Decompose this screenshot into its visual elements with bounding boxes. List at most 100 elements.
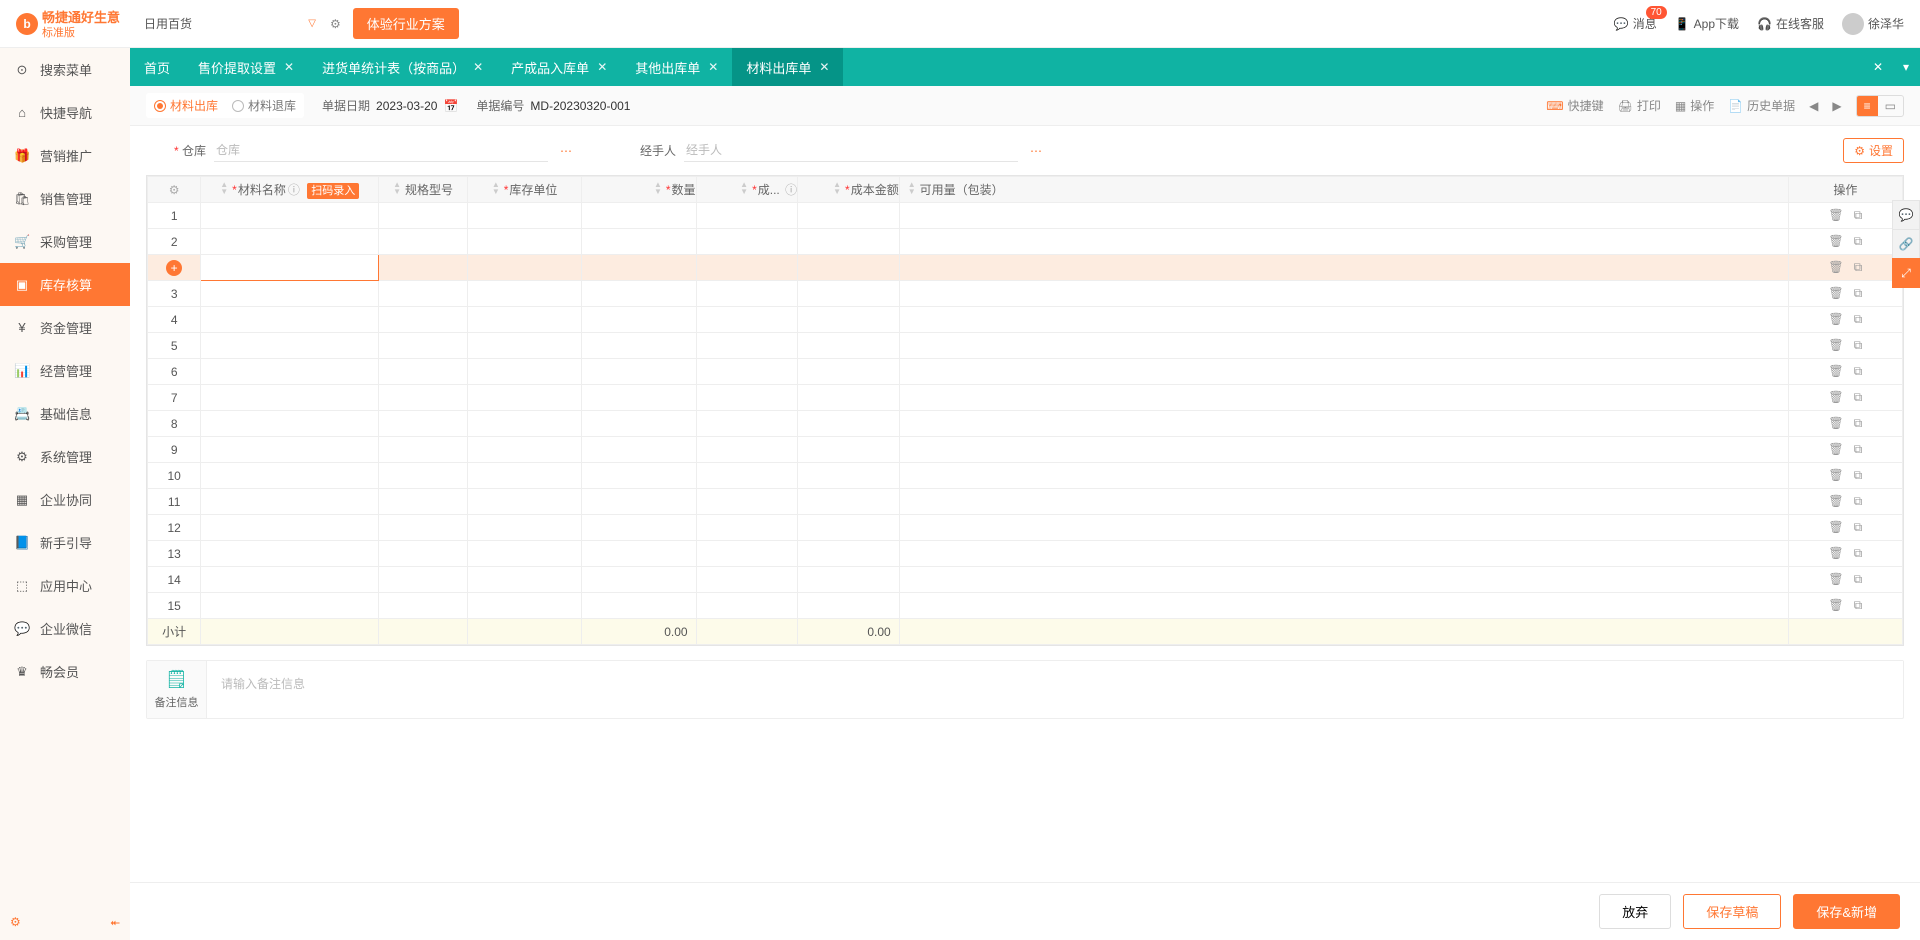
tab-其他出库单[interactable]: 其他出库单✕ [621, 48, 732, 86]
gear-icon[interactable]: ⚙ [330, 17, 341, 31]
nav-item-库存核算[interactable]: ▣库存核算 [0, 263, 130, 306]
delete-row-icon[interactable]: 🗑 [1828, 208, 1843, 223]
nav-settings-icon[interactable]: ⚙ [10, 915, 21, 930]
save-draft-button[interactable]: 保存草稿 [1683, 894, 1781, 929]
copy-row-icon[interactable]: ⧉ [1854, 338, 1863, 353]
tab-首页[interactable]: 首页 [130, 48, 184, 86]
support-link[interactable]: 🎧 在线客服 [1757, 15, 1824, 32]
warehouse-more-icon[interactable]: ⋯ [556, 144, 576, 158]
table-row[interactable]: 1🗑⧉ [148, 203, 1903, 229]
copy-row-icon[interactable]: ⧉ [1854, 572, 1863, 587]
nav-collapse-icon[interactable]: ⯬ [110, 915, 120, 930]
view-list-icon[interactable]: ≡ [1857, 96, 1878, 116]
delete-row-icon[interactable]: 🗑 [1828, 494, 1843, 509]
next-doc-icon[interactable]: ▶ [1832, 99, 1841, 113]
delete-row-icon[interactable]: 🗑 [1828, 286, 1843, 301]
table-row[interactable]: 8🗑⧉ [148, 411, 1903, 437]
copy-row-icon[interactable]: ⧉ [1854, 598, 1863, 613]
nav-item-畅会员[interactable]: ♛畅会员 [0, 650, 130, 693]
copy-row-icon[interactable]: ⧉ [1854, 312, 1863, 327]
table-row[interactable]: 12🗑⧉ [148, 515, 1903, 541]
nav-item-经营管理[interactable]: 📊经营管理 [0, 349, 130, 392]
delete-row-icon[interactable]: 🗑 [1828, 390, 1843, 405]
table-row[interactable]: 10🗑⧉ [148, 463, 1903, 489]
discard-button[interactable]: 放弃 [1599, 894, 1671, 929]
add-row-icon[interactable]: + [166, 260, 182, 276]
shortcut-link[interactable]: ⌨快捷键 [1546, 97, 1603, 114]
close-icon[interactable]: ✕ [597, 60, 607, 74]
view-card-icon[interactable]: ▭ [1878, 96, 1903, 116]
table-row[interactable]: 3🗑⧉ [148, 281, 1903, 307]
delete-row-icon[interactable]: 🗑 [1828, 416, 1843, 431]
table-row[interactable]: 5🗑⧉ [148, 333, 1903, 359]
remarks-tab[interactable]: 🗒 备注信息 [147, 661, 207, 718]
float-comment-icon[interactable]: 💬 [1892, 200, 1920, 230]
delete-row-icon[interactable]: 🗑 [1828, 338, 1843, 353]
close-icon[interactable]: ✕ [708, 60, 718, 74]
operate-link[interactable]: ▦操作 [1675, 97, 1714, 114]
tab-产成品入库单[interactable]: 产成品入库单✕ [497, 48, 621, 86]
doc-date[interactable]: 2023-03-20 [376, 99, 437, 113]
copy-row-icon[interactable]: ⧉ [1854, 520, 1863, 535]
handler-more-icon[interactable]: ⋯ [1026, 144, 1046, 158]
copy-row-icon[interactable]: ⧉ [1854, 234, 1863, 249]
tab-close-all[interactable]: ✕ [1864, 48, 1892, 86]
gear-icon[interactable]: ⚙ [169, 183, 180, 197]
nav-item-快捷导航[interactable]: ⌂快捷导航 [0, 91, 130, 134]
nav-item-新手引导[interactable]: 📘新手引导 [0, 521, 130, 564]
warehouse-input[interactable] [214, 139, 548, 162]
copy-row-icon[interactable]: ⧉ [1854, 364, 1863, 379]
copy-row-icon[interactable]: ⧉ [1854, 286, 1863, 301]
copy-row-icon[interactable]: ⧉ [1854, 546, 1863, 561]
float-expand-icon[interactable]: ⤢ [1892, 258, 1920, 288]
app-download[interactable]: 📱 App下载 [1675, 15, 1739, 32]
table-row[interactable]: 4🗑⧉ [148, 307, 1903, 333]
nav-item-企业协同[interactable]: ▦企业协同 [0, 478, 130, 521]
nav-item-采购管理[interactable]: 🛒采购管理 [0, 220, 130, 263]
nav-item-基础信息[interactable]: 📇基础信息 [0, 392, 130, 435]
table-row[interactable]: 7🗑⧉ [148, 385, 1903, 411]
prev-doc-icon[interactable]: ◀ [1809, 99, 1818, 113]
nav-item-企业微信[interactable]: 💬企业微信 [0, 607, 130, 650]
print-link[interactable]: 🖨打印 [1618, 97, 1661, 114]
calendar-icon[interactable]: 📅 [443, 99, 458, 113]
close-icon[interactable]: ✕ [819, 60, 829, 74]
table-row[interactable]: 15🗑⧉ [148, 593, 1903, 619]
delete-row-icon[interactable]: 🗑 [1828, 468, 1843, 483]
delete-row-icon[interactable]: 🗑 [1828, 572, 1843, 587]
radio-material-out[interactable]: 材料出库 [154, 97, 218, 114]
delete-row-icon[interactable]: 🗑 [1828, 546, 1843, 561]
nav-item-搜索菜单[interactable]: ⊙搜索菜单 [0, 48, 130, 91]
save-new-button[interactable]: 保存&新增 [1793, 894, 1900, 929]
help-icon[interactable]: ⓘ [785, 183, 797, 197]
nav-item-资金管理[interactable]: ¥资金管理 [0, 306, 130, 349]
copy-row-icon[interactable]: ⧉ [1854, 260, 1863, 275]
delete-row-icon[interactable]: 🗑 [1828, 234, 1843, 249]
delete-row-icon[interactable]: 🗑 [1828, 520, 1843, 535]
nav-item-营销推广[interactable]: 🎁营销推广 [0, 134, 130, 177]
tab-售价提取设置[interactable]: 售价提取设置✕ [184, 48, 308, 86]
history-link[interactable]: 📄历史单据 [1728, 97, 1795, 114]
settings-button[interactable]: ⚙ 设置 [1843, 138, 1904, 163]
nav-item-系统管理[interactable]: ⚙系统管理 [0, 435, 130, 478]
table-row[interactable]: 11🗑⧉ [148, 489, 1903, 515]
tab-more[interactable]: ▾ [1892, 48, 1920, 86]
copy-row-icon[interactable]: ⧉ [1854, 494, 1863, 509]
nav-item-销售管理[interactable]: 🛍销售管理 [0, 177, 130, 220]
scan-badge[interactable]: 扫码录入 [307, 183, 359, 199]
close-icon[interactable]: ✕ [473, 60, 483, 74]
tab-进货单统计表（按商品）[interactable]: 进货单统计表（按商品）✕ [308, 48, 497, 86]
nav-item-应用中心[interactable]: ⬚应用中心 [0, 564, 130, 607]
user-menu[interactable]: 徐泽华 [1842, 13, 1904, 35]
table-row[interactable]: +🗑⧉ [148, 255, 1903, 281]
copy-row-icon[interactable]: ⧉ [1854, 208, 1863, 223]
delete-row-icon[interactable]: 🗑 [1828, 312, 1843, 327]
copy-row-icon[interactable]: ⧉ [1854, 416, 1863, 431]
table-row[interactable]: 6🗑⧉ [148, 359, 1903, 385]
close-icon[interactable]: ✕ [284, 60, 294, 74]
messages-button[interactable]: 💬 消息 70 [1614, 15, 1657, 32]
handler-input[interactable] [684, 139, 1018, 162]
radio-material-return[interactable]: 材料退库 [232, 97, 296, 114]
table-row[interactable]: 9🗑⧉ [148, 437, 1903, 463]
copy-row-icon[interactable]: ⧉ [1854, 442, 1863, 457]
